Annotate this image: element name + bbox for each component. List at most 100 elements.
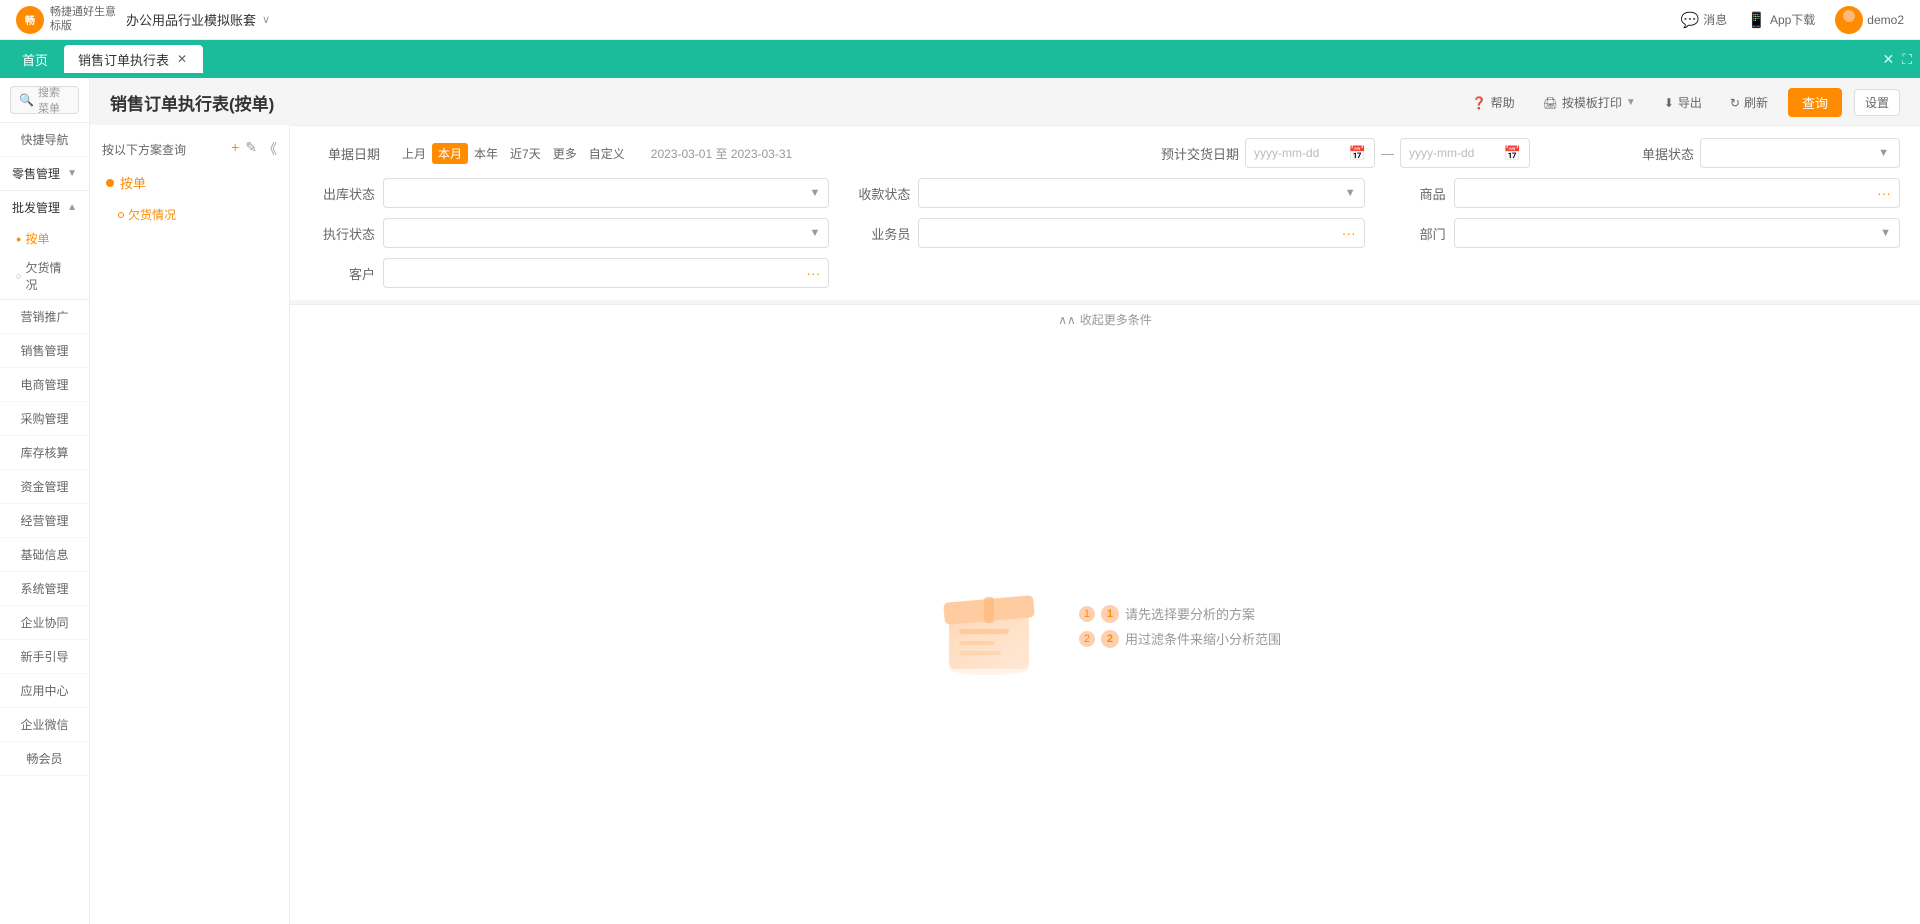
customer-label: 客户 (310, 264, 375, 283)
top-bar-left: 畅 畅捷通好生意 标版 办公用品行业模拟账套 ∨ (16, 6, 270, 34)
outbound-status-field: 出库状态 ▼ (310, 178, 829, 208)
tab-home[interactable]: 首页 (8, 45, 62, 73)
date-btn-last-7-days[interactable]: 近7天 (504, 143, 547, 164)
tab-fullscreen-button[interactable]: ⛶ (1902, 51, 1912, 68)
empty-tip-1: 1 请先选择要分析的方案 (1079, 604, 1281, 623)
sidebar-search-button[interactable]: 🔍 搜索菜单 (10, 86, 79, 114)
sidebar-item-ecommerce[interactable]: 电商管理 (0, 368, 89, 402)
sidebar-item-sales-mgmt[interactable]: 销售管理 (0, 334, 89, 368)
receipt-status-select[interactable]: ▼ (918, 178, 1364, 208)
sidebar-item-member[interactable]: 畅会员 (0, 742, 89, 776)
sidebar-section-wholesale-header[interactable]: 批发管理 ▲ (0, 191, 89, 224)
message-button[interactable]: 💬 消息 (1681, 11, 1728, 29)
collapse-bar[interactable]: ∧∧ 收起更多条件 (290, 304, 1920, 334)
goods-label: 商品 (1381, 184, 1446, 203)
execution-status-select[interactable]: ▼ (383, 218, 829, 248)
logo-text: 畅捷通好生意 标版 (50, 6, 116, 32)
logo-icon: 畅 (16, 6, 44, 34)
date-separator: — (1381, 146, 1394, 161)
tab-close-all-button[interactable]: ✕ (1882, 51, 1894, 68)
department-select[interactable]: ▼ (1454, 218, 1900, 248)
date-filter-shortcuts: 上月 本月 本年 近7天 更多 自定义 (396, 143, 631, 164)
sidebar-item-app-center[interactable]: 应用中心 (0, 674, 89, 708)
settings-button[interactable]: 设置 (1854, 89, 1900, 116)
sidebar-item-system[interactable]: 系统管理 (0, 572, 89, 606)
department-chevron-icon: ▼ (1880, 227, 1891, 239)
customer-dots-icon[interactable]: ··· (806, 265, 820, 281)
salesperson-label: 业务员 (845, 224, 910, 243)
date-btn-last-month[interactable]: 上月 (396, 143, 432, 164)
table-area: 1 请先选择要分析的方案 2 用过滤条件来缩小分析范围 (290, 334, 1920, 924)
salesperson-input[interactable]: ··· (918, 218, 1364, 248)
scheme-sidebar: 按以下方案查询 + ✎ 《 按单 欠货情况 (90, 125, 290, 924)
help-button[interactable]: ❓ 帮助 (1464, 90, 1523, 115)
sidebar-item-dispatch-order[interactable]: ● 按单 (0, 224, 89, 253)
date-current-range: 2023-03-01 至 2023-03-31 (651, 145, 792, 162)
help-icon: ❓ (1472, 96, 1487, 110)
tab-bar-right: ✕ ⛶ (1882, 51, 1912, 68)
app-download-button[interactable]: 📱 App下载 (1747, 11, 1815, 29)
date-btn-current-month[interactable]: 本月 (432, 143, 468, 164)
department-label: 部门 (1381, 224, 1446, 243)
sidebar-item-purchase[interactable]: 采购管理 (0, 402, 89, 436)
refresh-button[interactable]: ↻ 刷新 (1722, 90, 1776, 115)
goods-input[interactable]: ··· (1454, 178, 1900, 208)
top-bar: 畅 畅捷通好生意 标版 办公用品行业模拟账套 ∨ 💬 消息 📱 App下载 de… (0, 0, 1920, 40)
print-icon: 🖨 (1543, 96, 1558, 110)
order-status-select[interactable]: ▼ (1700, 138, 1900, 168)
scheme-sub-icon (118, 212, 124, 218)
expected-delivery-start-input[interactable]: yyyy-mm-dd 📅 (1245, 138, 1375, 168)
breadcrumb[interactable]: 办公用品行业模拟账套 ∨ (126, 10, 270, 29)
sidebar-item-quick-nav[interactable]: 快捷导航 (0, 123, 89, 157)
user-area[interactable]: demo2 (1835, 6, 1904, 34)
credit-icon: ○ (16, 271, 21, 281)
breadcrumb-text: 办公用品行业模拟账套 (126, 10, 256, 29)
salesperson-field: 业务员 ··· (845, 218, 1364, 248)
scheme-active-icon (106, 179, 114, 187)
order-status-chevron-icon: ▼ (1878, 147, 1889, 159)
sidebar-item-marketing[interactable]: 营销推广 (0, 300, 89, 334)
export-icon: ⬇ (1664, 96, 1674, 110)
outbound-status-select[interactable]: ▼ (383, 178, 829, 208)
customer-input[interactable]: ··· (383, 258, 829, 288)
avatar (1835, 6, 1863, 34)
sidebar-item-enterprise-wechat[interactable]: 企业微信 (0, 708, 89, 742)
filter-row-3: 执行状态 ▼ 业务员 ··· (310, 218, 1900, 248)
scheme-add-button[interactable]: + (231, 139, 239, 159)
date-btn-custom[interactable]: 自定义 (583, 143, 631, 164)
sidebar-section-retail-header[interactable]: 零售管理 ▼ (0, 157, 89, 190)
scheme-collapse-button[interactable]: 《 (263, 139, 277, 159)
goods-dots-icon[interactable]: ··· (1877, 185, 1891, 201)
export-button[interactable]: ⬇ 导出 (1656, 90, 1710, 115)
tab-close-icon[interactable]: ✕ (175, 52, 189, 66)
scheme-edit-button[interactable]: ✎ (245, 139, 257, 159)
expected-delivery-end-input[interactable]: yyyy-mm-dd 📅 (1400, 138, 1530, 168)
user-name: demo2 (1867, 13, 1904, 27)
tab-sales-order[interactable]: 销售订单执行表 ✕ (64, 45, 203, 73)
page-title: 销售订单执行表(按单) (110, 90, 274, 115)
sidebar-item-inventory[interactable]: 库存核算 (0, 436, 89, 470)
empty-state: 1 请先选择要分析的方案 2 用过滤条件来缩小分析范围 (929, 569, 1281, 689)
receipt-status-field: 收款状态 ▼ (845, 178, 1364, 208)
query-button[interactable]: 查询 (1788, 88, 1842, 117)
sidebar-search-area: 🔍 搜索菜单 (0, 78, 89, 123)
filter-row-date: 单据日期 上月 本月 本年 近7天 更多 自定义 2023-03-01 至 20… (310, 138, 1900, 168)
salesperson-dots-icon[interactable]: ··· (1342, 225, 1356, 241)
scheme-item-dispatch-order[interactable]: 按单 (90, 165, 289, 200)
sidebar-item-finance[interactable]: 资金管理 (0, 470, 89, 504)
calendar-end-icon: 📅 (1504, 145, 1521, 162)
date-btn-more[interactable]: 更多 (547, 143, 583, 164)
date-btn-current-year[interactable]: 本年 (468, 143, 504, 164)
sidebar-item-credit-info[interactable]: ○ 欠货情况 (0, 253, 89, 299)
refresh-icon: ↻ (1730, 96, 1740, 110)
print-template-button[interactable]: 🖨 按模板打印 ▼ (1535, 90, 1644, 115)
sidebar-item-enterprise[interactable]: 企业协同 (0, 606, 89, 640)
main-layout: 🔍 搜索菜单 快捷导航 零售管理 ▼ 批发管理 ▲ ● 按单 ○ (0, 78, 1920, 924)
scheme-sub-item-credit-info[interactable]: 欠货情况 (90, 200, 289, 229)
sidebar-item-new-user[interactable]: 新手引导 (0, 640, 89, 674)
sidebar-item-basic-info[interactable]: 基础信息 (0, 538, 89, 572)
scheme-header: 按以下方案查询 + ✎ 《 (90, 133, 289, 165)
sidebar-item-operation[interactable]: 经营管理 (0, 504, 89, 538)
main-content-wrap: 单据日期 上月 本月 本年 近7天 更多 自定义 2023-03-01 至 20… (290, 125, 1920, 924)
receipt-status-label: 收款状态 (845, 184, 910, 203)
